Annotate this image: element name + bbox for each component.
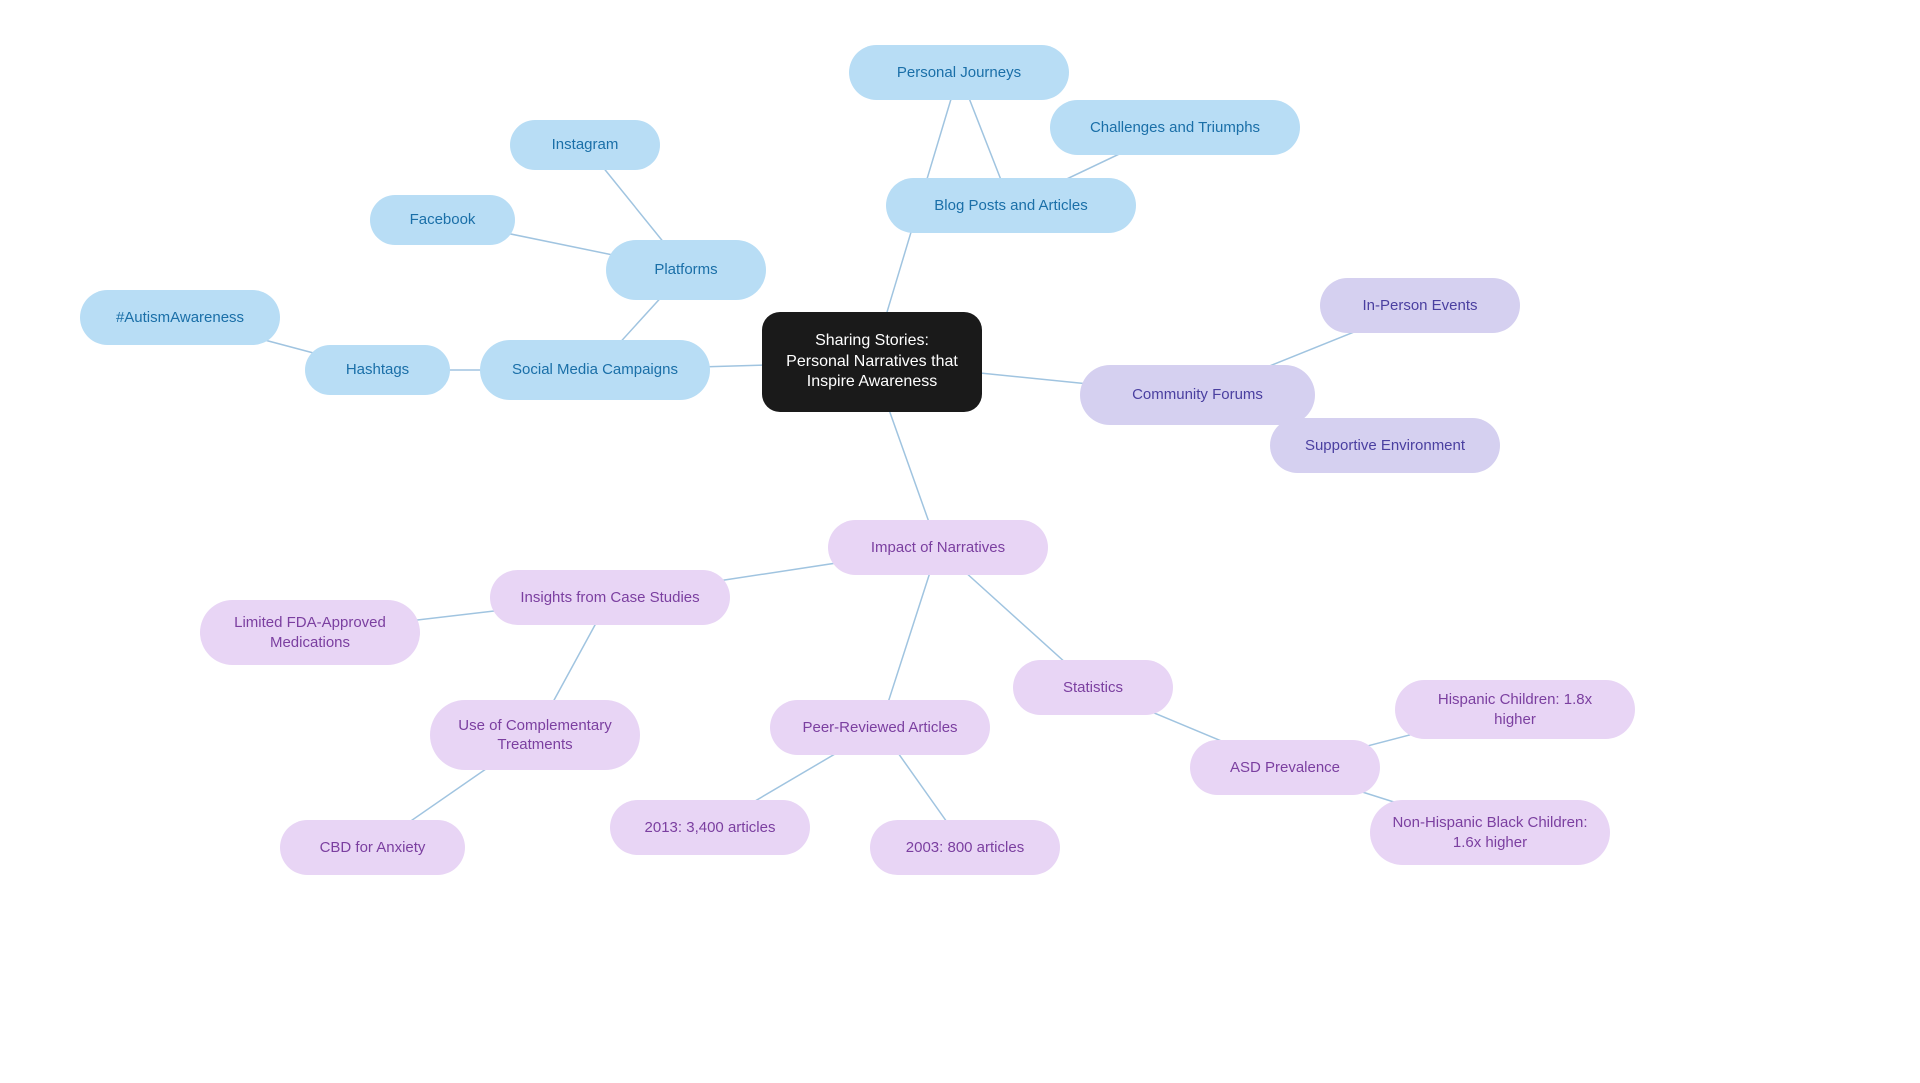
node-cbd-anxiety[interactable]: CBD for Anxiety (280, 820, 465, 875)
node-facebook[interactable]: Facebook (370, 195, 515, 245)
node-asd-prevalence[interactable]: ASD Prevalence (1190, 740, 1380, 795)
node-blog-posts[interactable]: Blog Posts and Articles (886, 178, 1136, 233)
node-autism-awareness[interactable]: #AutismAwareness (80, 290, 280, 345)
node-community-forums[interactable]: Community Forums (1080, 365, 1315, 425)
node-hispanic-children[interactable]: Hispanic Children: 1.8x higher (1395, 680, 1635, 739)
node-hashtags[interactable]: Hashtags (305, 345, 450, 395)
node-in-person-events[interactable]: In-Person Events (1320, 278, 1520, 333)
node-non-hispanic-black[interactable]: Non-Hispanic Black Children: 1.6x higher (1370, 800, 1610, 865)
node-articles-2013[interactable]: 2013: 3,400 articles (610, 800, 810, 855)
node-statistics[interactable]: Statistics (1013, 660, 1173, 715)
center-node[interactable]: Sharing Stories: Personal Narratives tha… (762, 312, 982, 412)
node-social-media[interactable]: Social Media Campaigns (480, 340, 710, 400)
mind-map: Sharing Stories: Personal Narratives tha… (0, 0, 1920, 1083)
node-articles-2003[interactable]: 2003: 800 articles (870, 820, 1060, 875)
node-instagram[interactable]: Instagram (510, 120, 660, 170)
node-personal-journeys[interactable]: Personal Journeys (849, 45, 1069, 100)
node-impact-narratives[interactable]: Impact of Narratives (828, 520, 1048, 575)
node-peer-reviewed[interactable]: Peer-Reviewed Articles (770, 700, 990, 755)
node-limited-fda[interactable]: Limited FDA-Approved Medications (200, 600, 420, 665)
node-supportive-env[interactable]: Supportive Environment (1270, 418, 1500, 473)
node-complementary[interactable]: Use of Complementary Treatments (430, 700, 640, 770)
node-platforms[interactable]: Platforms (606, 240, 766, 300)
node-challenges[interactable]: Challenges and Triumphs (1050, 100, 1300, 155)
node-insights-case[interactable]: Insights from Case Studies (490, 570, 730, 625)
